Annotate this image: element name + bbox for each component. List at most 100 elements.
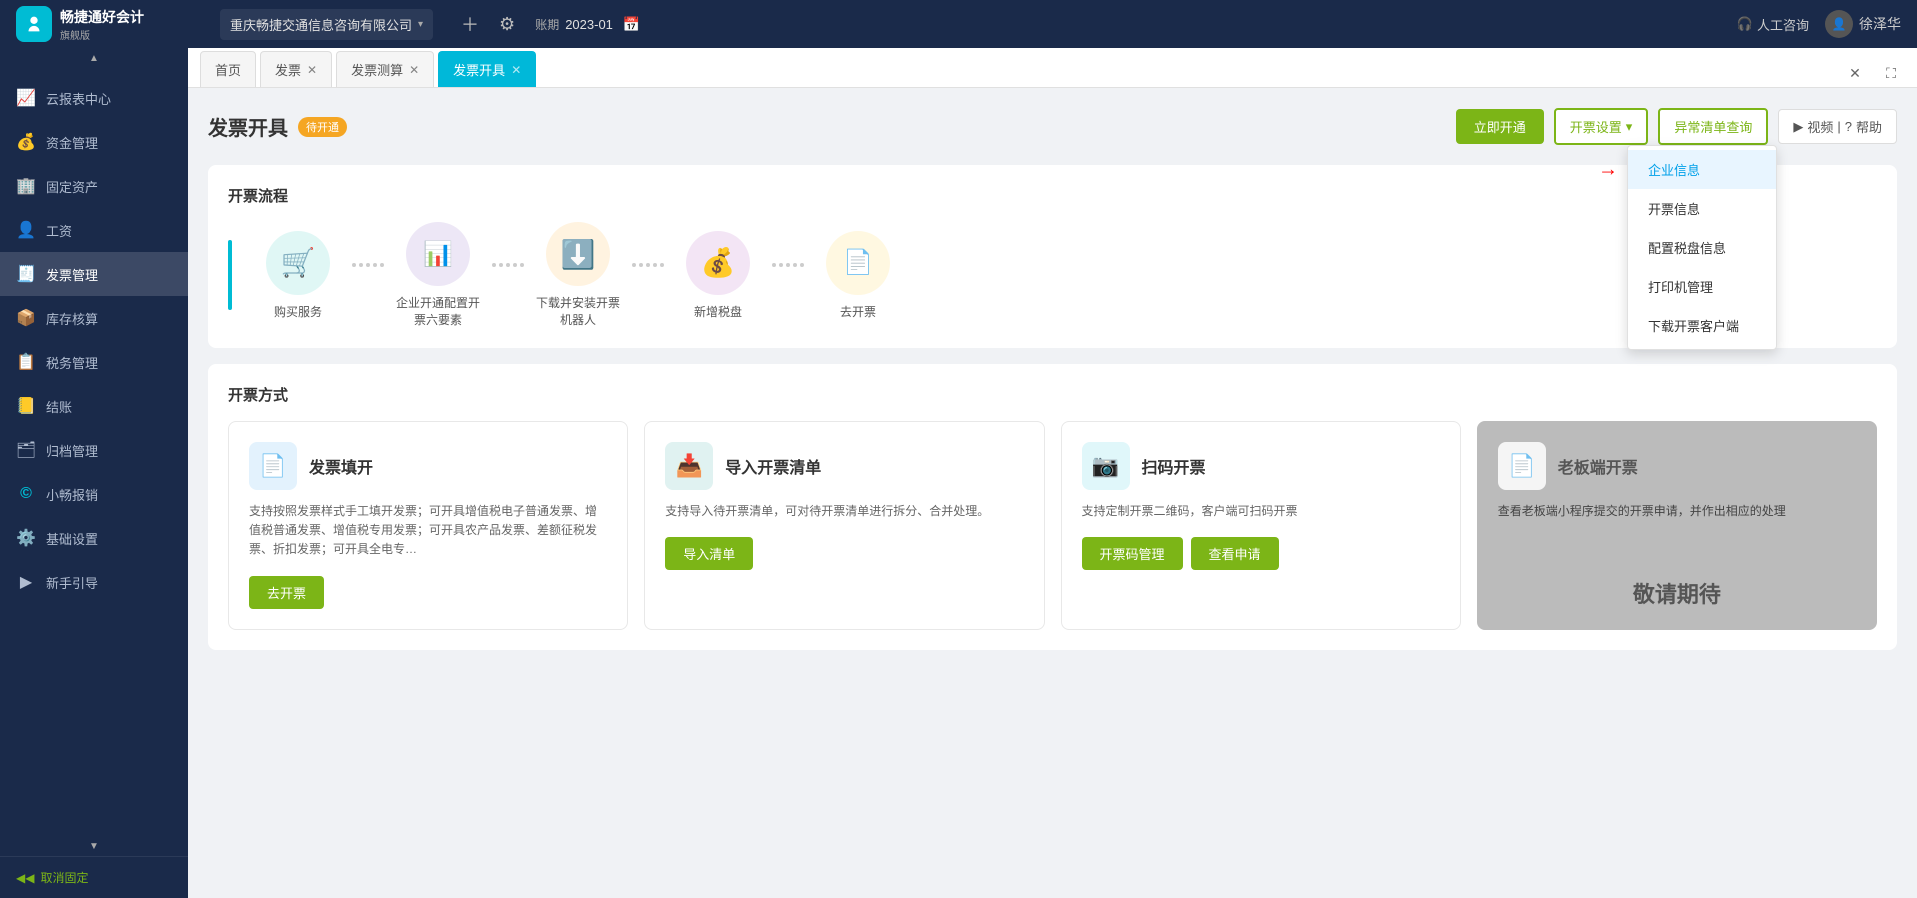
company-selector[interactable]: 重庆畅捷交通信息咨询有限公司 ▾ — [220, 9, 433, 40]
sidebar-item-reports[interactable]: 📈 云报表中心 — [0, 76, 188, 120]
red-arrow-icon: → — [1598, 158, 1618, 180]
dot — [359, 263, 363, 267]
header-actions: 立即开通 开票设置 ▾ 异常清单查询 ▶ 视频 | ? 帮助 — [1456, 108, 1897, 145]
sidebar-scroll-up[interactable]: ▲ — [0, 48, 188, 68]
step-label-issue: 去开票 — [840, 303, 876, 320]
view-apply-button[interactable]: 查看申请 — [1191, 537, 1279, 570]
dropdown-item-download[interactable]: 下载开票客户端 — [1628, 306, 1776, 345]
inventory-icon: 📦 — [16, 308, 36, 328]
scan-desc: 支持定制开票二维码，客户端可扫码开票 — [1082, 502, 1440, 521]
scan-title: 扫码开票 — [1142, 454, 1206, 478]
tab-close-all-icon[interactable]: ✕ — [1841, 59, 1869, 87]
method-header-scan: 📷 扫码开票 — [1082, 442, 1440, 490]
settings-button[interactable]: 开票设置 ▾ — [1554, 108, 1649, 145]
import-desc: 支持导入待开票清单，可对待开票清单进行拆分、合并处理。 — [665, 502, 1023, 521]
boss-desc: 查看老板端小程序提交的开票申请，并作出相应的处理 — [1498, 502, 1856, 521]
support-button[interactable]: 🎧 人工咨询 — [1737, 15, 1809, 34]
dropdown-item-tax-disk[interactable]: 配置税盘信息 — [1628, 228, 1776, 267]
step-label-buy: 购买服务 — [274, 303, 322, 320]
tab-invoice-calc[interactable]: 发票测算 ✕ — [336, 51, 434, 87]
dot — [786, 263, 790, 267]
import-list-button[interactable]: 导入清单 — [665, 537, 753, 570]
dropdown-item-printer[interactable]: 打印机管理 — [1628, 267, 1776, 306]
sidebar-item-label: 税务管理 — [46, 353, 98, 372]
dot — [373, 263, 377, 267]
sidebar-bottom-label: 取消固定 — [40, 869, 88, 886]
unpin-icon: ◀◀ — [16, 871, 34, 885]
step-configure: 📊 企业开通配置开票六要素 — [388, 222, 488, 328]
user-area[interactable]: 👤 徐泽华 — [1825, 10, 1901, 38]
finance-icon: 💰 — [16, 132, 36, 152]
step-icon-download: ⬇️ — [546, 222, 610, 286]
sidebar-item-payroll[interactable]: 👤 工资 — [0, 208, 188, 252]
step-connector-1 — [352, 263, 384, 267]
tab-maximize-icon[interactable]: ⛶ — [1877, 59, 1905, 87]
logo-title: 畅捷通好会计 — [60, 7, 144, 27]
go-invoice-button[interactable]: 去开票 — [249, 576, 324, 609]
top-actions: ＋ ⚙ — [457, 7, 519, 41]
sidebar-item-tax[interactable]: 📋 税务管理 — [0, 340, 188, 384]
method-card-fill: 📄 发票填开 支持按照发票样式手工填开发票；可开具增值税电子普通发票、增值税普通… — [228, 421, 628, 630]
sidebar-item-guide[interactable]: ▶ 新手引导 — [0, 560, 188, 604]
tab-close-icon[interactable]: ✕ — [307, 63, 317, 77]
sidebar-item-settings[interactable]: ⚙️ 基础设置 — [0, 516, 188, 560]
reports-icon: 📈 — [16, 88, 36, 108]
fill-icon: 📄 — [249, 442, 297, 490]
sidebar-bottom-cancel[interactable]: ◀◀ 取消固定 — [0, 856, 188, 898]
tab-home[interactable]: 首页 — [200, 51, 256, 87]
dropdown-item-company[interactable]: 企业信息 → — [1628, 150, 1776, 189]
tab-label: 发票开具 — [453, 60, 505, 79]
accounting-icon: 📒 — [16, 396, 36, 416]
tab-label: 发票测算 — [351, 60, 403, 79]
method-card-scan: 📷 扫码开票 支持定制开票二维码，客户端可扫码开票 开票码管理 查看申请 — [1061, 421, 1461, 630]
tab-close-icon[interactable]: ✕ — [511, 63, 521, 77]
method-header-import: 📥 导入开票清单 — [665, 442, 1023, 490]
abnormal-button[interactable]: 异常清单查询 — [1658, 108, 1768, 145]
settings-sidebar-icon: ⚙️ — [16, 528, 36, 548]
tab-invoice-issue[interactable]: 发票开具 ✕ — [438, 51, 536, 87]
sidebar-item-archive[interactable]: 🗂 归档管理 — [0, 428, 188, 472]
sidebar-scroll-down[interactable]: ▼ — [0, 836, 188, 856]
sidebar-item-assets[interactable]: 🏢 固定资产 — [0, 164, 188, 208]
tab-right-controls: ✕ ⛶ — [1841, 59, 1905, 87]
settings-icon[interactable]: ⚙ — [495, 10, 519, 39]
sidebar-item-label: 小畅报销 — [46, 485, 98, 504]
dot — [779, 263, 783, 267]
sidebar-item-finance[interactable]: 💰 资金管理 — [0, 120, 188, 164]
tab-invoice[interactable]: 发票 ✕ — [260, 51, 332, 87]
sidebar-item-label: 基础设置 — [46, 529, 98, 548]
dot — [513, 263, 517, 267]
support-label: 人工咨询 — [1757, 15, 1809, 34]
scan-icon: 📷 — [1082, 442, 1130, 490]
step-connector-4 — [772, 263, 804, 267]
sidebar-item-accounting[interactable]: 📒 结账 — [0, 384, 188, 428]
status-badge: 待开通 — [298, 117, 347, 137]
step-icon-buy: 🛒 — [266, 231, 330, 295]
tab-close-icon[interactable]: ✕ — [409, 63, 419, 77]
period-value: 2023-01 — [565, 17, 613, 32]
page-title: 发票开具 — [208, 112, 288, 141]
tax-icon: 📋 — [16, 352, 36, 372]
add-company-icon[interactable]: ＋ — [457, 7, 483, 41]
qr-manage-button[interactable]: 开票码管理 — [1082, 537, 1183, 570]
step-taxdisk: 💰 新增税盘 — [668, 231, 768, 320]
dot — [793, 263, 797, 267]
sidebar-item-expense[interactable]: © 小畅报销 — [0, 472, 188, 516]
dot — [366, 263, 370, 267]
company-name: 重庆畅捷交通信息咨询有限公司 — [230, 15, 412, 34]
chevron-down-icon: ▾ — [418, 19, 423, 30]
sidebar-item-label: 工资 — [46, 221, 72, 240]
sidebar-item-label: 固定资产 — [46, 177, 98, 196]
step-connector-2 — [492, 263, 524, 267]
fill-actions: 去开票 — [249, 576, 607, 609]
calendar-icon[interactable]: 📅 — [619, 12, 644, 37]
page-title-area: 发票开具 待开通 — [208, 112, 347, 141]
dot — [800, 263, 804, 267]
sidebar-item-invoice[interactable]: 🧾 发票管理 — [0, 252, 188, 296]
activate-button[interactable]: 立即开通 — [1456, 109, 1544, 144]
sidebar-item-inventory[interactable]: 📦 库存核算 — [0, 296, 188, 340]
headset-icon: 🎧 — [1737, 16, 1753, 32]
dropdown-item-invoice-info[interactable]: 开票信息 — [1628, 189, 1776, 228]
method-header-boss: 📄 老板端开票 — [1498, 442, 1856, 490]
video-help-button[interactable]: ▶ 视频 | ? 帮助 — [1778, 109, 1897, 144]
